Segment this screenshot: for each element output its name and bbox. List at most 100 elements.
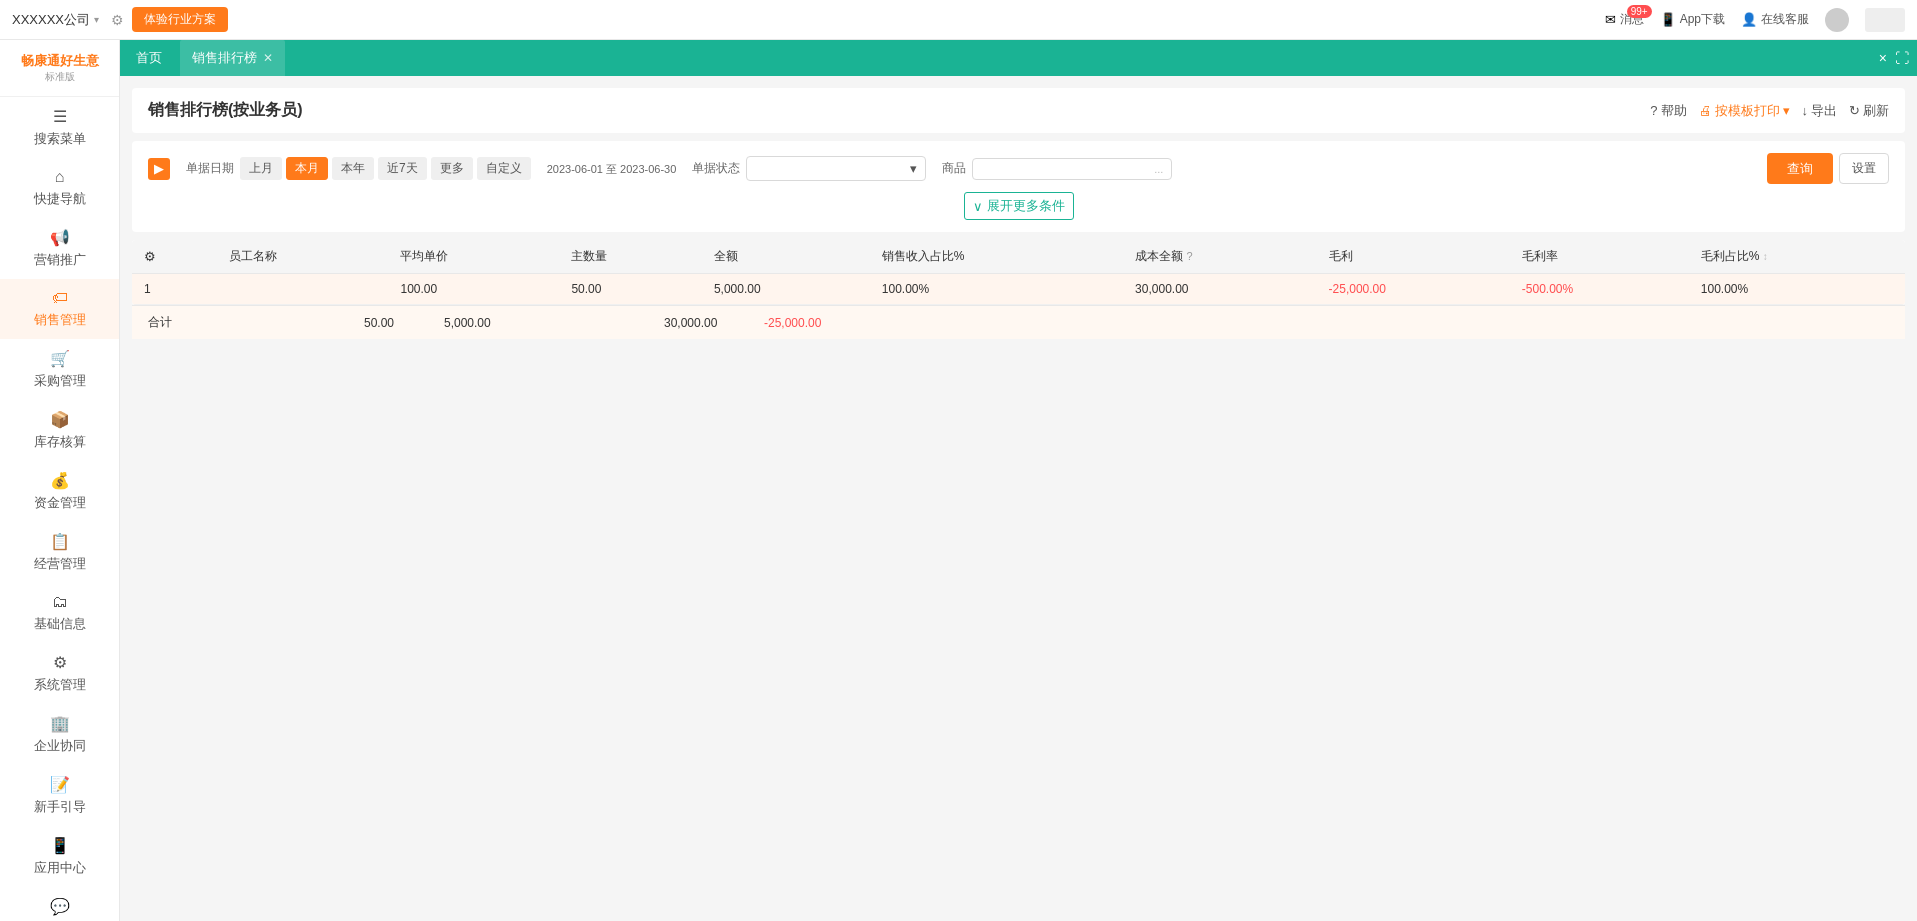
col-cost: 成本全额 ? xyxy=(1123,240,1316,274)
row-avg-price: 100.00 xyxy=(388,274,559,305)
company-selector[interactable]: XXXXXX公司 ▾ xyxy=(12,11,99,29)
print-button[interactable]: 🖨 按模板打印 ▾ xyxy=(1699,102,1790,120)
page-title: 销售排行榜(按业务员) xyxy=(148,100,303,121)
date-btn-7days[interactable]: 近7天 xyxy=(378,157,427,180)
app-label: App下载 xyxy=(1680,11,1725,28)
footer-cost: 30,000.00 xyxy=(664,316,764,330)
table-body: 1 100.00 50.00 5,000.00 100.00% 30,000.0… xyxy=(132,274,1905,305)
purchase-icon: 🛒 xyxy=(50,349,70,368)
tab-fullscreen-icon[interactable]: ⛶ xyxy=(1895,50,1909,66)
footer-gross: -25,000.00 xyxy=(764,316,864,330)
col-gross: 毛利 xyxy=(1317,240,1510,274)
sidebar-item-guide[interactable]: 📝 新手引导 xyxy=(0,765,119,826)
sidebar-item-basic[interactable]: 🗂 基础信息 xyxy=(0,583,119,643)
filter-bar: ▶ 单据日期 上月 本月 本年 近7天 更多 自定义 xyxy=(132,141,1905,232)
wechat-icon: 💬 xyxy=(50,897,70,916)
main-layout: 畅康通好生意 标准版 ☰ 搜索菜单 ⌂ 快捷导航 📢 营销推广 🏷 销售管理 🛒… xyxy=(0,40,1917,921)
finance-icon: 💰 xyxy=(50,471,70,490)
sidebar-item-enterprise[interactable]: 🏢 企业协同 xyxy=(0,704,119,765)
footer-qty: 50.00 xyxy=(364,316,444,330)
goods-input-more: ... xyxy=(1154,163,1163,175)
sidebar-label-search-order: 搜索菜单 xyxy=(34,130,86,148)
filter-toggle-btn[interactable]: ▶ xyxy=(148,158,170,180)
date-btn-current-year[interactable]: 本年 xyxy=(332,157,374,180)
top-bar: XXXXXX公司 ▾ ⚙ 体验行业方案 ✉ 99+ 消息 📱 App下载 👤 在… xyxy=(0,0,1917,40)
sidebar-item-wechat[interactable]: 💬 企业微信 xyxy=(0,887,119,921)
sidebar-item-search-order[interactable]: ☰ 搜索菜单 xyxy=(0,97,119,158)
tab-close-icon[interactable]: ✕ xyxy=(263,51,273,65)
expand-more-btn[interactable]: ∨ 展开更多条件 xyxy=(964,192,1074,220)
search-order-icon: ☰ xyxy=(53,107,67,126)
table-footer: 合计 50.00 5,000.00 30,000.00 -25,000.00 xyxy=(132,305,1905,339)
message-area[interactable]: ✉ 99+ 消息 xyxy=(1605,11,1644,28)
gross-pct-sort-icon[interactable]: ↕ xyxy=(1763,251,1768,262)
quick-nav-icon: ⌂ xyxy=(55,168,65,186)
row-rank: 1 xyxy=(132,274,217,305)
user-avatar[interactable] xyxy=(1825,8,1849,32)
sidebar-item-purchase[interactable]: 🛒 采购管理 xyxy=(0,339,119,400)
col-settings[interactable]: ⚙ xyxy=(132,240,217,274)
date-filter-buttons: 上月 本月 本年 近7天 更多 自定义 xyxy=(240,157,531,180)
inventory-icon: 📦 xyxy=(50,410,70,429)
sidebar: 畅康通好生意 标准版 ☰ 搜索菜单 ⌂ 快捷导航 📢 营销推广 🏷 销售管理 🛒… xyxy=(0,40,120,921)
help-button[interactable]: ? 帮助 xyxy=(1650,102,1686,120)
page-content: 销售排行榜(按业务员) ? 帮助 🖨 按模板打印 ▾ ↓ 导出 xyxy=(120,76,1917,921)
tab-minimize-icon[interactable]: × xyxy=(1879,50,1887,66)
tab-bar-right: × ⛶ xyxy=(1879,50,1917,66)
date-btn-custom[interactable]: 自定义 xyxy=(477,157,531,180)
table-row: 1 100.00 50.00 5,000.00 100.00% 30,000.0… xyxy=(132,274,1905,305)
sidebar-label-inventory: 库存核算 xyxy=(34,433,86,451)
sidebar-item-sales[interactable]: 🏷 销售管理 xyxy=(0,279,119,339)
sidebar-item-app-center[interactable]: 📱 应用中心 xyxy=(0,826,119,887)
col-gross-pct: 毛利占比% ↕ xyxy=(1689,240,1905,274)
company-settings-icon[interactable]: ⚙ xyxy=(111,12,124,28)
col-qty: 主数量 xyxy=(559,240,701,274)
print-label: 按模板打印 xyxy=(1715,102,1780,120)
sidebar-item-marketing[interactable]: 📢 营销推广 xyxy=(0,218,119,279)
col-avg-price: 平均单价 xyxy=(388,240,559,274)
col-gross-rate: 毛利率 xyxy=(1510,240,1689,274)
sidebar-item-operation[interactable]: 📋 经营管理 xyxy=(0,522,119,583)
filter-row: ▶ 单据日期 上月 本月 本年 近7天 更多 自定义 xyxy=(148,153,1889,184)
help-label: 帮助 xyxy=(1661,102,1687,120)
date-btn-current-month[interactable]: 本月 xyxy=(286,157,328,180)
action-buttons: 查询 设置 xyxy=(1767,153,1889,184)
trial-button[interactable]: 体验行业方案 xyxy=(132,7,228,32)
expand-label: 展开更多条件 xyxy=(987,197,1065,215)
export-button[interactable]: ↓ 导出 xyxy=(1802,102,1838,120)
sidebar-item-quick-nav[interactable]: ⌂ 快捷导航 xyxy=(0,158,119,218)
refresh-button[interactable]: ↻ 刷新 xyxy=(1849,102,1889,120)
tab-sales-rank[interactable]: 销售排行榜 ✕ xyxy=(180,40,285,76)
row-gross-pct: 100.00% xyxy=(1689,274,1905,305)
sidebar-label-enterprise: 企业协同 xyxy=(34,737,86,755)
sidebar-item-finance[interactable]: 💰 资金管理 xyxy=(0,461,119,522)
tab-home[interactable]: 首页 xyxy=(120,40,178,76)
date-btn-more[interactable]: 更多 xyxy=(431,157,473,180)
top-right-area: ✉ 99+ 消息 📱 App下载 👤 在线客服 xyxy=(1605,8,1905,32)
sidebar-item-inventory[interactable]: 📦 库存核算 xyxy=(0,400,119,461)
online-service-area[interactable]: 👤 在线客服 xyxy=(1741,11,1809,28)
company-chevron-icon: ▾ xyxy=(94,14,99,25)
row-qty: 50.00 xyxy=(559,274,701,305)
user-name-area[interactable] xyxy=(1865,8,1905,32)
logo-line1: 畅康通好生意 xyxy=(21,53,99,68)
col-sales-pct: 销售收入占比% xyxy=(870,240,1123,274)
sidebar-label-quick-nav: 快捷导航 xyxy=(34,190,86,208)
content-area: 首页 销售排行榜 ✕ × ⛶ 销售排行榜(按业务员) ? 帮助 xyxy=(120,40,1917,921)
app-icon: 📱 xyxy=(1660,12,1676,27)
refresh-icon: ↻ xyxy=(1849,103,1860,118)
sidebar-label-marketing: 营销推广 xyxy=(34,251,86,269)
query-button[interactable]: 查询 xyxy=(1767,153,1833,184)
app-download-area[interactable]: 📱 App下载 xyxy=(1660,11,1725,28)
settings-button[interactable]: 设置 xyxy=(1839,153,1889,184)
refresh-label: 刷新 xyxy=(1863,102,1889,120)
export-label: 导出 xyxy=(1811,102,1837,120)
sidebar-item-system[interactable]: ⚙ 系统管理 xyxy=(0,643,119,704)
cost-help-icon[interactable]: ? xyxy=(1186,250,1192,262)
status-select[interactable]: ▾ xyxy=(746,156,926,181)
status-filter-item: 单据状态 ▾ xyxy=(692,156,926,181)
table-settings-icon[interactable]: ⚙ xyxy=(144,249,156,264)
date-btn-prev-month[interactable]: 上月 xyxy=(240,157,282,180)
expand-chevron-icon: ∨ xyxy=(973,199,983,214)
goods-input[interactable]: ... xyxy=(972,158,1172,180)
